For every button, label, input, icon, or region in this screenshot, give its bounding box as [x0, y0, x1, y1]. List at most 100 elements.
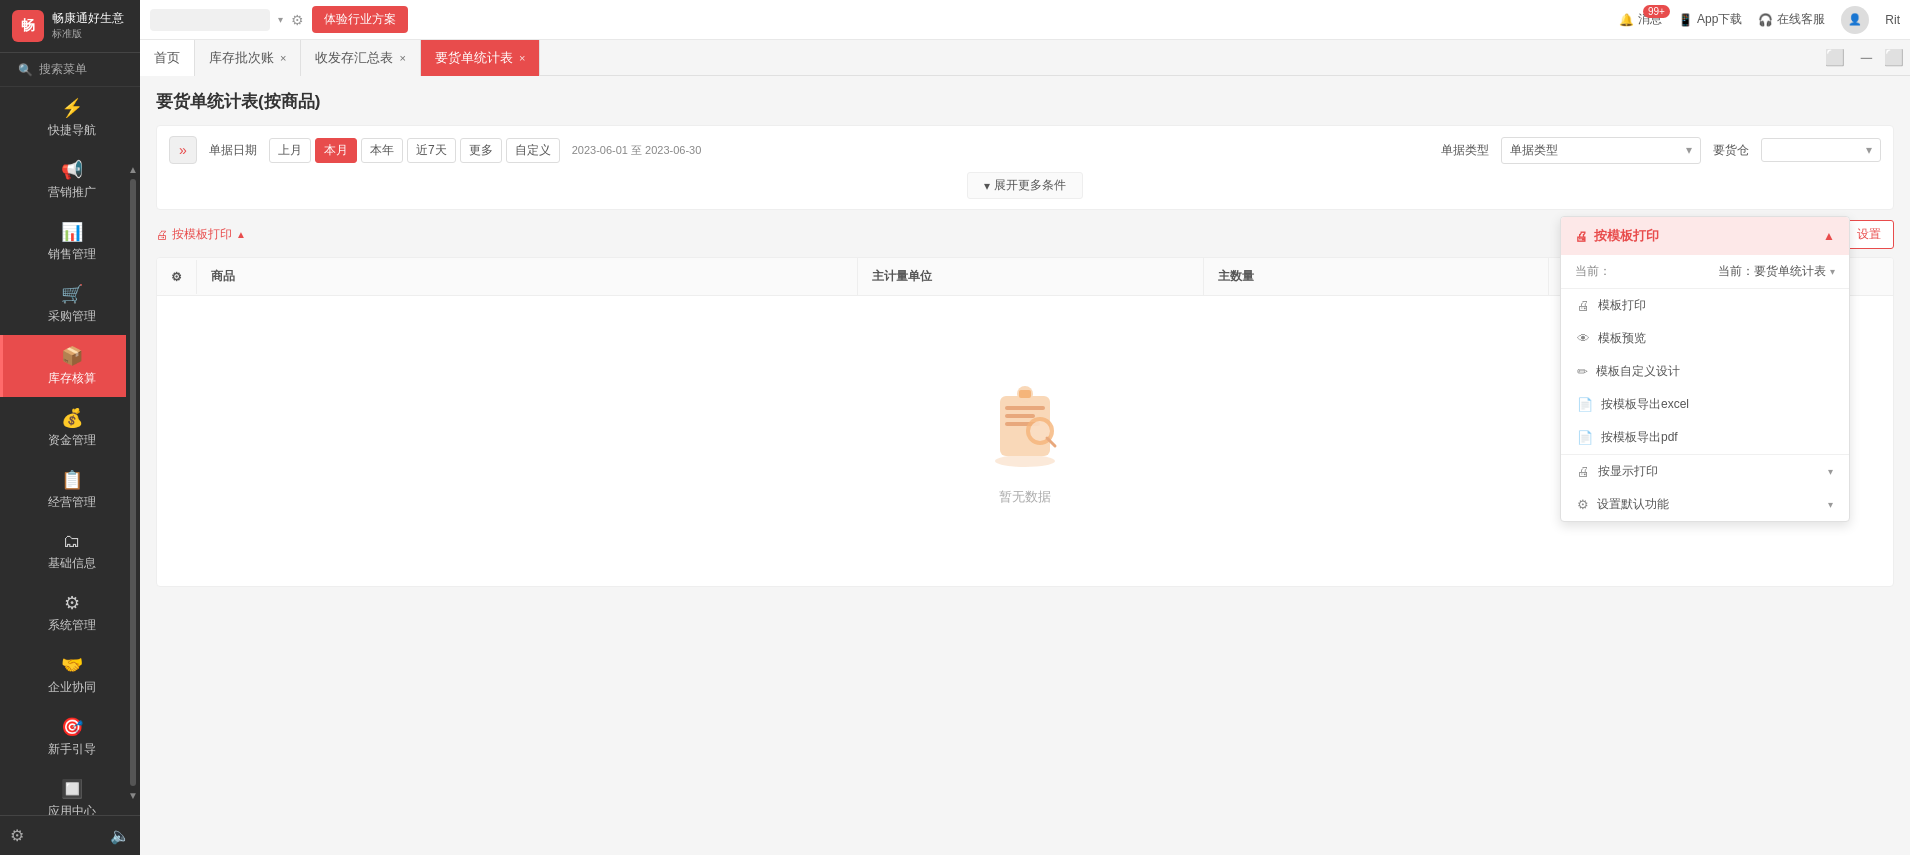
sidebar-item-sales[interactable]: 📊 销售管理 — [0, 211, 140, 273]
display-print-arrow: ▾ — [1828, 466, 1833, 477]
th-qty: 主数量 — [1204, 258, 1549, 295]
sidebar-item-operation[interactable]: 📋 经营管理 — [0, 459, 140, 521]
sidebar-item-quick-nav[interactable]: ⚡ 快捷导航 — [0, 87, 140, 149]
topbar-dropdown-icon[interactable]: ▾ — [278, 14, 283, 25]
avatar[interactable]: 👤 — [1841, 6, 1869, 34]
th-unit: 主计量单位 — [858, 258, 1203, 295]
enterprise-icon: 🤝 — [61, 654, 83, 676]
page-title: 要货单统计表(按商品) — [156, 90, 1894, 113]
print-icon: 🖨 — [156, 228, 168, 242]
date-btn-7days[interactable]: 近7天 — [407, 138, 456, 163]
date-btn-this-year[interactable]: 本年 — [361, 138, 403, 163]
th-product: 商品 — [197, 258, 858, 295]
guide-icon: 🎯 — [61, 716, 83, 738]
sidebar-item-apps[interactable]: 🔲 应用中心 — [0, 768, 140, 815]
topbar-gear-icon[interactable]: ⚙ — [291, 12, 304, 28]
default-func-arrow: ▾ — [1828, 499, 1833, 510]
sound-icon[interactable]: 🔈 — [110, 826, 130, 845]
print-dropdown: 🖨 按模板打印 ▲ 当前： 当前：要货单统计表 ▾ 🖨 模板打印 👁 — [1560, 216, 1850, 522]
print-btn-arrow: ▲ — [236, 229, 246, 240]
expand-more-icon: ▾ — [984, 179, 990, 193]
dropdown-item-template-preview[interactable]: 👁 模板预览 — [1561, 322, 1849, 355]
tab-order-stats[interactable]: 要货单统计表 × — [421, 40, 540, 76]
tab-close-batch-account[interactable]: × — [280, 52, 286, 64]
main-area: ▾ ⚙ 体验行业方案 🔔 消息 99+ 📱 App下载 🎧 在线客服 👤 Rit — [140, 0, 1910, 855]
template-preview-icon: 👁 — [1577, 331, 1590, 346]
type-filter-label: 单据类型 — [1441, 142, 1489, 159]
sidebar-item-system[interactable]: ⚙ 系统管理 — [0, 582, 140, 644]
tab-expand-icon[interactable]: ⬜ — [1815, 48, 1855, 67]
phone-icon: 📱 — [1678, 13, 1693, 27]
print-dropdown-header[interactable]: 🖨 按模板打印 ▲ — [1561, 217, 1849, 255]
avatar-icon: 👤 — [1848, 13, 1862, 26]
th-settings[interactable]: ⚙ — [157, 260, 197, 294]
dropdown-item-default-func[interactable]: ⚙ 设置默认功能 ▾ — [1561, 488, 1849, 521]
sidebar-item-purchase[interactable]: 🛒 采购管理 — [0, 273, 140, 335]
filter-more-row: ▾ 展开更多条件 — [169, 172, 1881, 199]
tab-batch-account[interactable]: 库存批次账 × — [195, 40, 301, 76]
date-btn-custom[interactable]: 自定义 — [506, 138, 560, 163]
settings-btn[interactable]: 设置 — [1844, 220, 1894, 249]
sidebar-nav: ⚡ 快捷导航 📢 营销推广 📊 销售管理 🛒 采购管理 📦 库存核算 💰 资金管… — [0, 87, 140, 815]
quick-nav-icon: ⚡ — [61, 97, 83, 119]
dropdown-section2: 🖨 按显示打印 ▾ ⚙ 设置默认功能 ▾ — [1561, 455, 1849, 521]
svg-rect-3 — [1005, 414, 1035, 418]
scroll-up-arrow[interactable]: ▲ — [128, 164, 138, 175]
window-maximize-icon[interactable]: ⬜ — [1878, 48, 1910, 67]
goods-select-arrow: ▾ — [1866, 143, 1872, 157]
topbar-right: 🔔 消息 99+ 📱 App下载 🎧 在线客服 👤 Rit — [1619, 6, 1900, 34]
default-func-icon: ⚙ — [1577, 497, 1589, 512]
dropdown-item-template-print[interactable]: 🖨 模板打印 — [1561, 289, 1849, 322]
template-print-icon: 🖨 — [1577, 298, 1590, 313]
tab-close-order-stats[interactable]: × — [519, 52, 525, 64]
date-group: 上月 本月 本年 近7天 更多 自定义 — [269, 138, 560, 163]
inventory-icon: 📦 — [61, 345, 83, 367]
settings-bottom-icon[interactable]: ⚙ — [10, 826, 24, 845]
type-select-arrow: ▾ — [1686, 143, 1692, 157]
sidebar-search[interactable]: 🔍 搜索菜单 — [0, 53, 140, 87]
goods-select[interactable]: ▾ — [1761, 138, 1881, 162]
svg-rect-9 — [1019, 390, 1031, 398]
print-btn[interactable]: 🖨 按模板打印 ▲ — [156, 226, 246, 243]
type-select[interactable]: 单据类型 ▾ — [1501, 137, 1701, 164]
tab-close-receipt-summary[interactable]: × — [399, 52, 405, 64]
scrollbar-thumb[interactable] — [130, 179, 136, 786]
scroll-down-arrow[interactable]: ▼ — [128, 790, 138, 801]
finance-icon: 💰 — [61, 407, 83, 429]
content: 要货单统计表(按商品) » 单据日期 上月 本月 本年 近7天 更多 自定义 2… — [140, 76, 1910, 855]
filter-more-btn[interactable]: ▾ 展开更多条件 — [967, 172, 1083, 199]
current-template-val[interactable]: 当前：要货单统计表 ▾ — [1718, 263, 1835, 280]
dropdown-item-template-design[interactable]: ✏ 模板自定义设计 — [1561, 355, 1849, 388]
date-btn-this-month[interactable]: 本月 — [315, 138, 357, 163]
window-minimize-icon[interactable]: ─ — [1855, 49, 1878, 67]
sidebar-item-guide[interactable]: 🎯 新手引导 — [0, 706, 140, 768]
notification-btn[interactable]: 🔔 消息 99+ — [1619, 11, 1662, 28]
print-dropdown-collapse-icon[interactable]: ▲ — [1823, 229, 1835, 243]
date-btn-more[interactable]: 更多 — [460, 138, 502, 163]
sidebar-item-enterprise[interactable]: 🤝 企业协同 — [0, 644, 140, 706]
date-btn-prev-month[interactable]: 上月 — [269, 138, 311, 163]
sidebar-item-basic[interactable]: 🗂 基础信息 — [0, 521, 140, 582]
purchase-icon: 🛒 — [61, 283, 83, 305]
template-design-icon: ✏ — [1577, 364, 1588, 379]
sidebar: 畅 畅康通好生意 标准版 🔍 搜索菜单 ⚡ 快捷导航 📢 营销推广 📊 销售管理… — [0, 0, 140, 855]
empty-illustration — [975, 376, 1075, 476]
filter-expand-btn[interactable]: » — [169, 136, 197, 164]
trial-btn[interactable]: 体验行业方案 — [312, 6, 408, 33]
sidebar-item-finance[interactable]: 💰 资金管理 — [0, 397, 140, 459]
tab-receipt-summary[interactable]: 收发存汇总表 × — [301, 40, 420, 76]
sidebar-item-inventory[interactable]: 📦 库存核算 — [0, 335, 140, 397]
topbar: ▾ ⚙ 体验行业方案 🔔 消息 99+ 📱 App下载 🎧 在线客服 👤 Rit — [140, 0, 1910, 40]
sidebar-scrollbar[interactable]: ▲ ▼ — [126, 160, 140, 805]
app-download-btn[interactable]: 📱 App下载 — [1678, 11, 1742, 28]
dropdown-item-export-excel[interactable]: 📄 按模板导出excel — [1561, 388, 1849, 421]
tab-home[interactable]: 首页 — [140, 40, 195, 76]
date-range: 2023-06-01 至 2023-06-30 — [572, 143, 702, 158]
online-service-btn[interactable]: 🎧 在线客服 — [1758, 11, 1825, 28]
search-icon: 🔍 — [18, 63, 33, 77]
sidebar-item-marketing[interactable]: 📢 营销推广 — [0, 149, 140, 211]
topbar-search-input[interactable] — [150, 9, 270, 31]
svg-rect-2 — [1005, 406, 1045, 410]
dropdown-item-export-pdf[interactable]: 📄 按模板导出pdf — [1561, 421, 1849, 454]
dropdown-item-display-print[interactable]: 🖨 按显示打印 ▾ — [1561, 455, 1849, 488]
